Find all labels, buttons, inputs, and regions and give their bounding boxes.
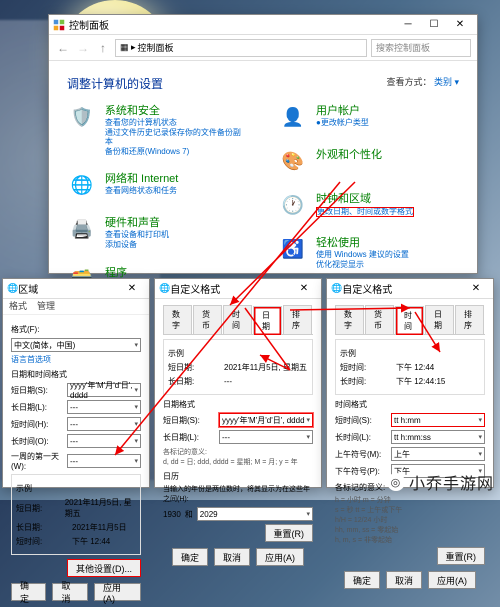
close-button[interactable]: ✕	[447, 16, 473, 34]
up-button[interactable]: ↑	[95, 40, 111, 56]
long-time-format-combo[interactable]: tt h:mm:ss	[391, 430, 485, 444]
cp-item-users[interactable]: 👤 用户帐户●更改帐户类型	[278, 102, 459, 132]
appearance-icon: 🎨	[278, 146, 308, 176]
tab-admin[interactable]: 管理	[37, 299, 55, 314]
cancel-button[interactable]: 取消	[52, 583, 87, 601]
tab-sort[interactable]: 排序	[455, 305, 484, 334]
cal-high-combo[interactable]: 2029	[197, 507, 313, 521]
globe-icon: 🌐	[67, 170, 97, 200]
short-time-combo[interactable]: ---	[67, 417, 141, 431]
breadcrumb-icon: ▦ ▸	[120, 42, 136, 53]
region-dialog: 🌐 区域 ✕ 格式 管理 格式(F): 中文(简体，中国) 语言首选项 日期和时…	[2, 278, 150, 488]
view-by-dropdown[interactable]: 类别 ▾	[434, 77, 459, 87]
custom-format-time-dialog: 🌐 自定义格式 ✕ 数字 货币 时间 日期 排序 示例 短时间:下午 12:44…	[326, 278, 494, 488]
custom-format-date-dialog: 🌐 自定义格式 ✕ 数字 货币 时间 日期 排序 示例 短日期:2021年11月…	[154, 278, 322, 488]
search-input[interactable]: 搜索控制面板	[371, 39, 471, 57]
format-combo[interactable]: 中文(简体，中国)	[11, 338, 141, 352]
tab-number[interactable]: 数字	[335, 305, 364, 334]
shield-icon: 🛡️	[67, 102, 97, 132]
navbar: ← → ↑ ▦ ▸ 控制面板 搜索控制面板	[49, 35, 477, 61]
tab-time[interactable]: 时间	[223, 305, 252, 334]
titlebar: 控制面板 ─ ☐ ✕	[49, 15, 477, 35]
ok-button[interactable]: 确定	[172, 548, 208, 566]
minimize-button[interactable]: ─	[395, 16, 421, 34]
first-day-combo[interactable]: ---	[67, 454, 141, 468]
ok-button[interactable]: 确定	[11, 583, 46, 601]
cp-item-system[interactable]: 🛡️ 系统和安全查看您的计算机状态 通过文件历史记录保存你的文件备份副本 备份和…	[67, 102, 248, 156]
long-date-combo[interactable]: ---	[67, 400, 141, 414]
watermark-logo-icon: ◎	[387, 473, 405, 491]
apply-button[interactable]: 应用(A)	[94, 583, 141, 601]
printer-icon: 🖨️	[67, 214, 97, 244]
close-button[interactable]: ✕	[463, 280, 489, 298]
cp-item-hardware[interactable]: 🖨️ 硬件和声音查看设备和打印机 添加设备	[67, 214, 248, 249]
cp-item-appearance[interactable]: 🎨 外观和个性化	[278, 146, 459, 176]
additional-settings-button[interactable]: 其他设置(D)...	[67, 559, 141, 577]
tab-currency[interactable]: 货币	[193, 305, 222, 334]
tab-time[interactable]: 时间	[395, 306, 424, 335]
short-date-format-combo[interactable]: yyyy'年'M'月'd'日', dddd	[219, 413, 313, 427]
reset-button[interactable]: 重置(R)	[265, 524, 314, 542]
short-date-combo[interactable]: yyyy'年'M'月'd'日', dddd	[67, 383, 141, 397]
ok-button[interactable]: 确定	[344, 571, 380, 589]
apply-button[interactable]: 应用(A)	[256, 548, 304, 566]
close-button[interactable]: ✕	[291, 280, 317, 298]
tab-number[interactable]: 数字	[163, 305, 192, 334]
dialog-title: 自定义格式	[170, 281, 291, 296]
titlebar: 🌐 自定义格式 ✕	[155, 279, 321, 299]
tab-date[interactable]: 日期	[253, 306, 282, 335]
tab-sort[interactable]: 排序	[283, 305, 312, 334]
close-button[interactable]: ✕	[119, 280, 145, 298]
titlebar: 🌐 自定义格式 ✕	[327, 279, 493, 299]
breadcrumb: 控制面板	[138, 41, 174, 54]
tab-format[interactable]: 格式	[9, 299, 27, 314]
tab-strip: 格式 管理	[3, 299, 149, 315]
clock-icon: 🕐	[278, 190, 308, 220]
clock-sublink[interactable]: 更改日期、时间或数字格式	[316, 207, 414, 217]
view-by: 查看方式： 类别 ▾	[386, 75, 459, 92]
dialog-title: 区域	[18, 281, 119, 296]
short-time-format-combo[interactable]: tt h:mm	[391, 413, 485, 427]
cp-right-column: 👤 用户帐户●更改帐户类型 🎨 外观和个性化 🕐 时钟和区域更改日期、时间或数字…	[278, 102, 459, 308]
titlebar: 🌐 区域 ✕	[3, 279, 149, 299]
dialog-title: 自定义格式	[342, 281, 463, 296]
control-panel-window: 控制面板 ─ ☐ ✕ ← → ↑ ▦ ▸ 控制面板 搜索控制面板 调整计算机的设…	[48, 14, 478, 274]
cp-left-column: 🛡️ 系统和安全查看您的计算机状态 通过文件历史记录保存你的文件备份副本 备份和…	[67, 102, 248, 308]
long-date-format-combo[interactable]: ---	[219, 430, 313, 444]
cp-item-ease[interactable]: ♿ 轻松使用使用 Windows 建议的设置 优化视觉显示	[278, 234, 459, 269]
window-title: 控制面板	[69, 17, 395, 32]
watermark: ◎ 小乔手游网	[387, 470, 494, 494]
address-bar[interactable]: ▦ ▸ 控制面板	[115, 39, 367, 57]
long-time-combo[interactable]: ---	[67, 434, 141, 448]
tab-strip: 数字 货币 时间 日期 排序	[335, 305, 485, 335]
tab-date[interactable]: 日期	[425, 305, 454, 334]
back-button[interactable]: ←	[55, 40, 71, 56]
cancel-button[interactable]: 取消	[214, 548, 250, 566]
cp-item-clock[interactable]: 🕐 时钟和区域更改日期、时间或数字格式	[278, 190, 459, 220]
cancel-button[interactable]: 取消	[386, 571, 422, 589]
apply-button[interactable]: 应用(A)	[428, 571, 476, 589]
user-icon: 👤	[278, 102, 308, 132]
tab-strip: 数字 货币 时间 日期 排序	[163, 305, 313, 335]
cp-item-network[interactable]: 🌐 网络和 Internet查看网络状态和任务	[67, 170, 248, 200]
reset-button[interactable]: 重置(R)	[437, 547, 486, 565]
accessibility-icon: ♿	[278, 234, 308, 264]
page-title: 调整计算机的设置	[67, 75, 163, 92]
lang-pref-link[interactable]: 语言首选项	[11, 354, 141, 365]
forward-button[interactable]: →	[75, 40, 91, 56]
maximize-button[interactable]: ☐	[421, 16, 447, 34]
am-symbol-combo[interactable]: 上午	[391, 447, 485, 461]
tab-currency[interactable]: 货币	[365, 305, 394, 334]
control-panel-icon	[53, 19, 65, 31]
